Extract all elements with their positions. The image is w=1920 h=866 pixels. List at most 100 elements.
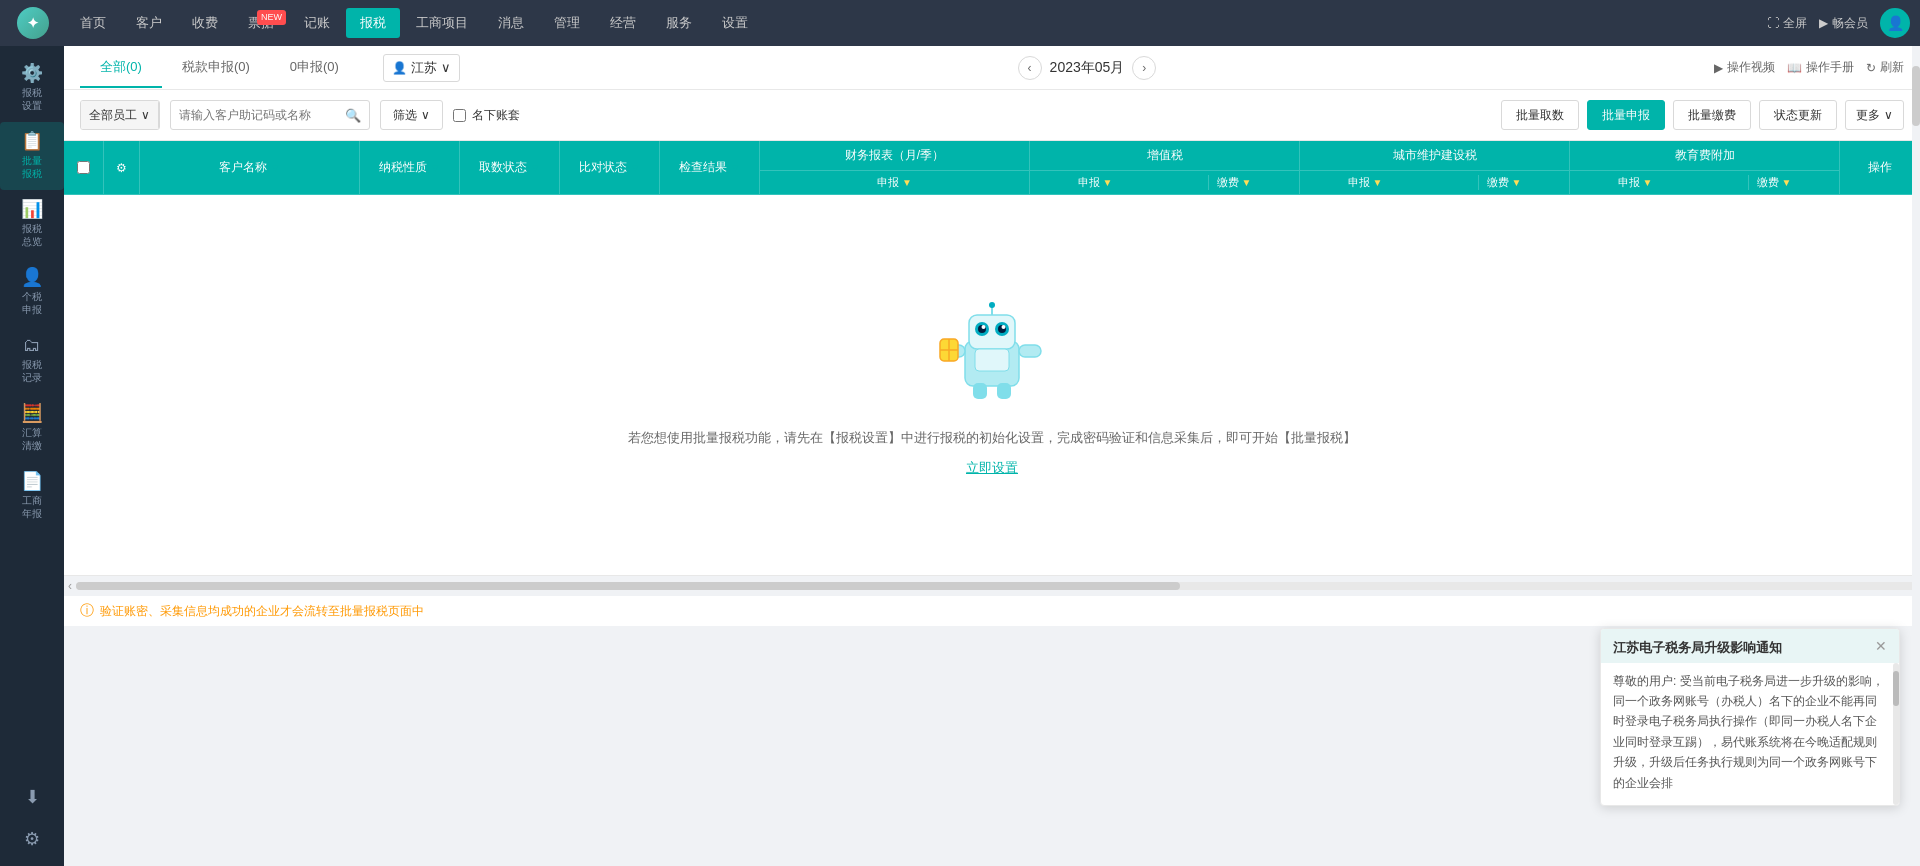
more-label: 更多 [1856, 107, 1880, 124]
sidebar-annual-report[interactable]: 📄 工商年报 [0, 462, 64, 530]
sidebar-annual-report-label: 工商年报 [22, 494, 42, 520]
notif-scrollbar[interactable] [1893, 663, 1899, 805]
nav-right-area: ⛶ 全屏 ▶ 畅会员 👤 [1767, 8, 1910, 38]
th-action: 操作 [1840, 141, 1920, 194]
user-avatar[interactable]: 👤 [1880, 8, 1910, 38]
operation-manual-button[interactable]: 📖 操作手册 [1787, 59, 1854, 76]
accounts-checkbox[interactable] [453, 109, 466, 122]
scroll-left-arrow[interactable]: ‹ [68, 579, 72, 593]
scrollbar-track[interactable] [76, 582, 1916, 590]
nav-fee[interactable]: 收费 [178, 8, 232, 38]
notification-body-wrap: 尊敬的用户: 受当前电子税务局进一步升级的影响，同一个政务网账号（办税人）名下的… [1601, 663, 1899, 805]
sidebar-personal-tax[interactable]: 👤 个税申报 [0, 258, 64, 326]
search-input[interactable] [179, 108, 339, 122]
svg-rect-13 [997, 383, 1011, 399]
employee-select[interactable]: 全部员工 ∨ [80, 100, 160, 130]
sidebar-tax-overview[interactable]: 📊 报税总览 [0, 190, 64, 258]
region-selector[interactable]: 👤 江苏 ∨ [383, 54, 460, 82]
nav-invoice[interactable]: 票据 NEW [234, 8, 288, 38]
th-edu-label: 教育费附加 [1570, 141, 1839, 171]
period-display: 2023年05月 [1050, 59, 1125, 77]
sidebar-settlement-label: 汇算清缴 [22, 426, 42, 452]
member-icon: ▶ [1819, 16, 1828, 30]
sidebar-personal-tax-label: 个税申报 [22, 290, 42, 316]
svg-point-9 [989, 302, 995, 308]
region-label: 江苏 [411, 59, 437, 77]
member-button[interactable]: ▶ 畅会员 [1819, 15, 1868, 32]
avatar-icon: 👤 [1887, 15, 1904, 31]
checkbox-label[interactable]: 名下账套 [453, 107, 520, 124]
sidebar-tax-records[interactable]: 🗂 报税记录 [0, 326, 64, 394]
th-settings[interactable]: ⚙ [104, 141, 140, 194]
svg-point-6 [982, 325, 986, 329]
tax-filter-icon[interactable]: ▼ [431, 162, 441, 173]
fetch-filter-icon[interactable]: ▼ [531, 162, 541, 173]
compare-filter-icon[interactable]: ▼ [631, 162, 641, 173]
search-icon: 🔍 [345, 108, 361, 123]
fullscreen-button[interactable]: ⛶ 全屏 [1767, 15, 1807, 32]
nav-manage[interactable]: 管理 [540, 8, 594, 38]
nav-message[interactable]: 消息 [484, 8, 538, 38]
batch-pay-button[interactable]: 批量缴费 [1673, 100, 1751, 130]
table-container: ⚙ 客户名称 ▼ 纳税性质 ▼ 取数状态 ▼ 比对状态 ▼ 检查结果 ▼ [64, 141, 1920, 575]
nav-customer[interactable]: 客户 [122, 8, 176, 38]
sidebar-user-settings[interactable]: ⚙ [0, 820, 64, 858]
sidebar-batch-tax[interactable]: 📋 批量报税 [0, 122, 64, 190]
th-edu-group: 教育费附加 申报 ▼ 缴费 ▼ [1570, 141, 1840, 194]
batch-fetch-button[interactable]: 批量取数 [1501, 100, 1579, 130]
th-edu-pay: 缴费 ▼ [1748, 175, 1792, 190]
check-filter-icon[interactable]: ▼ [731, 162, 741, 173]
sidebar-download[interactable]: ⬇ [0, 778, 64, 816]
tab-zero-declare[interactable]: 0申报(0) [270, 48, 359, 88]
employee-select-label[interactable]: 全部员工 ∨ [81, 101, 159, 129]
status-update-button[interactable]: 状态更新 [1759, 100, 1837, 130]
select-all-checkbox[interactable] [77, 161, 90, 174]
sidebar-tax-overview-label: 报税总览 [22, 222, 42, 248]
th-financial-group: 财务报表（月/季） 申报 ▼ [760, 141, 1030, 194]
notification-title: 江苏电子税务局升级影响通知 [1613, 639, 1782, 657]
th-checkbox[interactable] [64, 141, 104, 194]
notification-close-button[interactable]: ✕ [1875, 639, 1887, 653]
table-settings-icon: ⚙ [116, 161, 127, 175]
nav-business[interactable]: 工商项目 [402, 8, 482, 38]
svg-rect-12 [973, 383, 987, 399]
robot-illustration [937, 293, 1047, 406]
batch-tax-icon: 📋 [21, 132, 43, 150]
logo[interactable]: ✦ [10, 0, 56, 46]
nav-home[interactable]: 首页 [66, 8, 120, 38]
batch-declare-button[interactable]: 批量申报 [1587, 100, 1665, 130]
checkbox-text: 名下账套 [472, 107, 520, 124]
period-prev-button[interactable]: ‹ [1018, 56, 1042, 80]
right-scrollthumb [1912, 66, 1920, 126]
period-next-button[interactable]: › [1132, 56, 1156, 80]
period-navigation: ‹ 2023年05月 › [1018, 56, 1157, 80]
tax-settings-icon: ⚙️ [21, 64, 43, 82]
name-filter-icon[interactable]: ▼ [271, 162, 281, 173]
right-scrollbar[interactable] [1912, 46, 1920, 866]
status-icon: ⓘ [80, 602, 94, 620]
operation-video-button[interactable]: ▶ 操作视频 [1714, 59, 1775, 76]
nav-settings[interactable]: 设置 [708, 8, 762, 38]
nav-tax[interactable]: 报税 [346, 8, 400, 38]
tab-tax-declare[interactable]: 税款申报(0) [162, 48, 270, 88]
th-name: 客户名称 ▼ [140, 141, 360, 194]
empty-state: 若您想使用批量报税功能，请先在【报税设置】中进行报税的初始化设置，完成密码验证和… [64, 195, 1920, 575]
filter-chevron-icon: ∨ [421, 108, 430, 122]
horizontal-scrollbar[interactable]: ‹ [64, 575, 1920, 595]
region-icon: 👤 [392, 61, 407, 75]
more-button[interactable]: 更多 ∨ [1845, 100, 1904, 130]
th-check: 检查结果 ▼ [660, 141, 760, 194]
sidebar-settlement[interactable]: 🧮 汇算清缴 [0, 394, 64, 462]
sidebar-tax-settings[interactable]: ⚙️ 报税设置 [0, 54, 64, 122]
th-city-label: 城市维护建设税 [1300, 141, 1569, 171]
notification-body: 尊敬的用户: 受当前电子税务局进一步升级的影响，同一个政务网账号（办税人）名下的… [1601, 663, 1899, 805]
tab-all[interactable]: 全部(0) [80, 48, 162, 88]
nav-operation[interactable]: 经营 [596, 8, 650, 38]
nav-bookkeeping[interactable]: 记账 [290, 8, 344, 38]
nav-service[interactable]: 服务 [652, 8, 706, 38]
user-settings-icon: ⚙ [24, 830, 40, 848]
filter-button[interactable]: 筛选 ∨ [380, 100, 443, 130]
sidebar-batch-tax-label: 批量报税 [22, 154, 42, 180]
refresh-button[interactable]: ↻ 刷新 [1866, 59, 1904, 76]
setup-link[interactable]: 立即设置 [966, 459, 1018, 477]
